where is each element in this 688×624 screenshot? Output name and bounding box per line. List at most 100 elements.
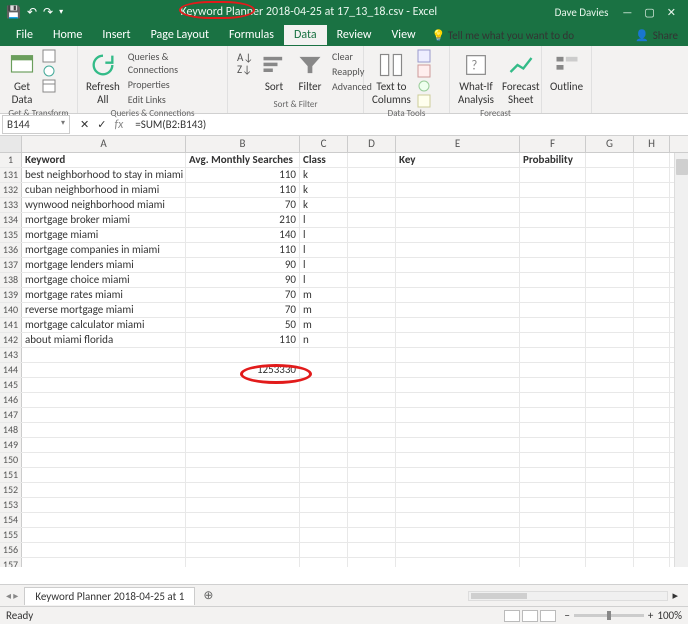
cell[interactable] [348,543,396,557]
cell[interactable] [22,483,186,497]
cancel-formula-icon[interactable]: ✕ [80,118,89,131]
cell[interactable] [634,258,670,272]
col-A[interactable]: A [22,136,186,152]
cell[interactable]: reverse mortgage miami [22,303,186,317]
cell[interactable] [300,558,348,567]
text-to-columns-button[interactable]: Text to Columns [370,49,413,108]
cell[interactable] [186,558,300,567]
cell[interactable] [520,483,586,497]
cell[interactable]: n [300,333,348,347]
cell[interactable] [634,543,670,557]
tell-me-search[interactable]: 💡 Tell me what you want to do [432,29,575,42]
cell[interactable]: 70 [186,288,300,302]
cell[interactable] [22,543,186,557]
cell[interactable] [634,468,670,482]
cell[interactable] [634,438,670,452]
cell[interactable] [520,273,586,287]
undo-icon[interactable]: ↶ [27,5,37,20]
cell[interactable] [348,183,396,197]
outline-button[interactable]: Outline [548,49,585,95]
row-header[interactable]: 1 [0,153,22,167]
cell[interactable] [586,498,634,512]
cell[interactable] [348,483,396,497]
cell[interactable] [586,168,634,182]
formula-input[interactable]: =SUM(B2:B143) [131,116,688,133]
cell[interactable]: Keyword [22,153,186,167]
cell[interactable] [634,453,670,467]
cell[interactable] [634,363,670,377]
cell[interactable] [348,288,396,302]
cell[interactable] [634,318,670,332]
cell[interactable] [22,513,186,527]
cell[interactable]: mortgage companies in miami [22,243,186,257]
cell[interactable] [348,528,396,542]
zoom-level[interactable]: 100% [657,609,682,622]
cell[interactable] [634,303,670,317]
cell[interactable]: m [300,303,348,317]
cell[interactable]: 1253330 [186,363,300,377]
cell[interactable] [300,408,348,422]
cell[interactable]: 110 [186,243,300,257]
flash-fill-icon[interactable] [417,49,433,63]
cell[interactable] [348,243,396,257]
cell[interactable]: mortgage choice miami [22,273,186,287]
cell[interactable]: Class [300,153,348,167]
maximize-icon[interactable]: ▢ [638,6,660,19]
zoom-in-icon[interactable]: + [648,609,653,622]
cell[interactable] [22,363,186,377]
tab-file[interactable]: File [6,25,43,45]
cell[interactable]: about miami florida [22,333,186,347]
cell[interactable] [520,288,586,302]
col-B[interactable]: B [186,136,300,152]
cell[interactable] [586,288,634,302]
cell[interactable] [634,423,670,437]
row-header[interactable]: 149 [0,438,22,452]
cell[interactable] [586,528,634,542]
cell[interactable] [22,468,186,482]
remove-dup-icon[interactable] [417,64,433,78]
cell[interactable] [520,378,586,392]
cell[interactable] [348,348,396,362]
cell[interactable] [348,438,396,452]
cell[interactable]: 70 [186,303,300,317]
cell[interactable] [348,513,396,527]
cell[interactable] [634,243,670,257]
cell[interactable] [520,198,586,212]
redo-icon[interactable]: ↷ [43,5,53,20]
name-box[interactable]: B144▾ [2,115,70,134]
save-icon[interactable]: 💾 [6,5,21,20]
cell[interactable] [348,333,396,347]
cell[interactable]: 110 [186,333,300,347]
cell[interactable] [300,468,348,482]
col-C[interactable]: C [300,136,348,152]
cell[interactable]: m [300,288,348,302]
col-G[interactable]: G [586,136,634,152]
cell[interactable] [22,348,186,362]
cell[interactable] [520,468,586,482]
cell[interactable] [186,468,300,482]
queries-link[interactable]: Queries & Connections [126,49,221,77]
cell[interactable] [520,438,586,452]
zoom-out-icon[interactable]: − [564,609,569,622]
cell[interactable]: l [300,258,348,272]
cell[interactable] [396,168,520,182]
cell[interactable] [520,168,586,182]
cell[interactable] [586,423,634,437]
cell[interactable] [634,528,670,542]
cell[interactable] [520,513,586,527]
cell[interactable] [396,438,520,452]
col-H[interactable]: H [634,136,670,152]
cell[interactable] [520,408,586,422]
cell[interactable]: l [300,273,348,287]
cell[interactable] [634,558,670,567]
cell[interactable] [634,513,670,527]
tab-nav-prev[interactable]: ◂ ▸ [0,589,24,602]
whatif-button[interactable]: ?What-If Analysis [456,49,496,108]
cell[interactable] [186,483,300,497]
row-header[interactable]: 135 [0,228,22,242]
cell[interactable] [348,273,396,287]
cell[interactable] [634,273,670,287]
cell[interactable] [300,498,348,512]
col-E[interactable]: E [396,136,520,152]
cell[interactable]: 140 [186,228,300,242]
